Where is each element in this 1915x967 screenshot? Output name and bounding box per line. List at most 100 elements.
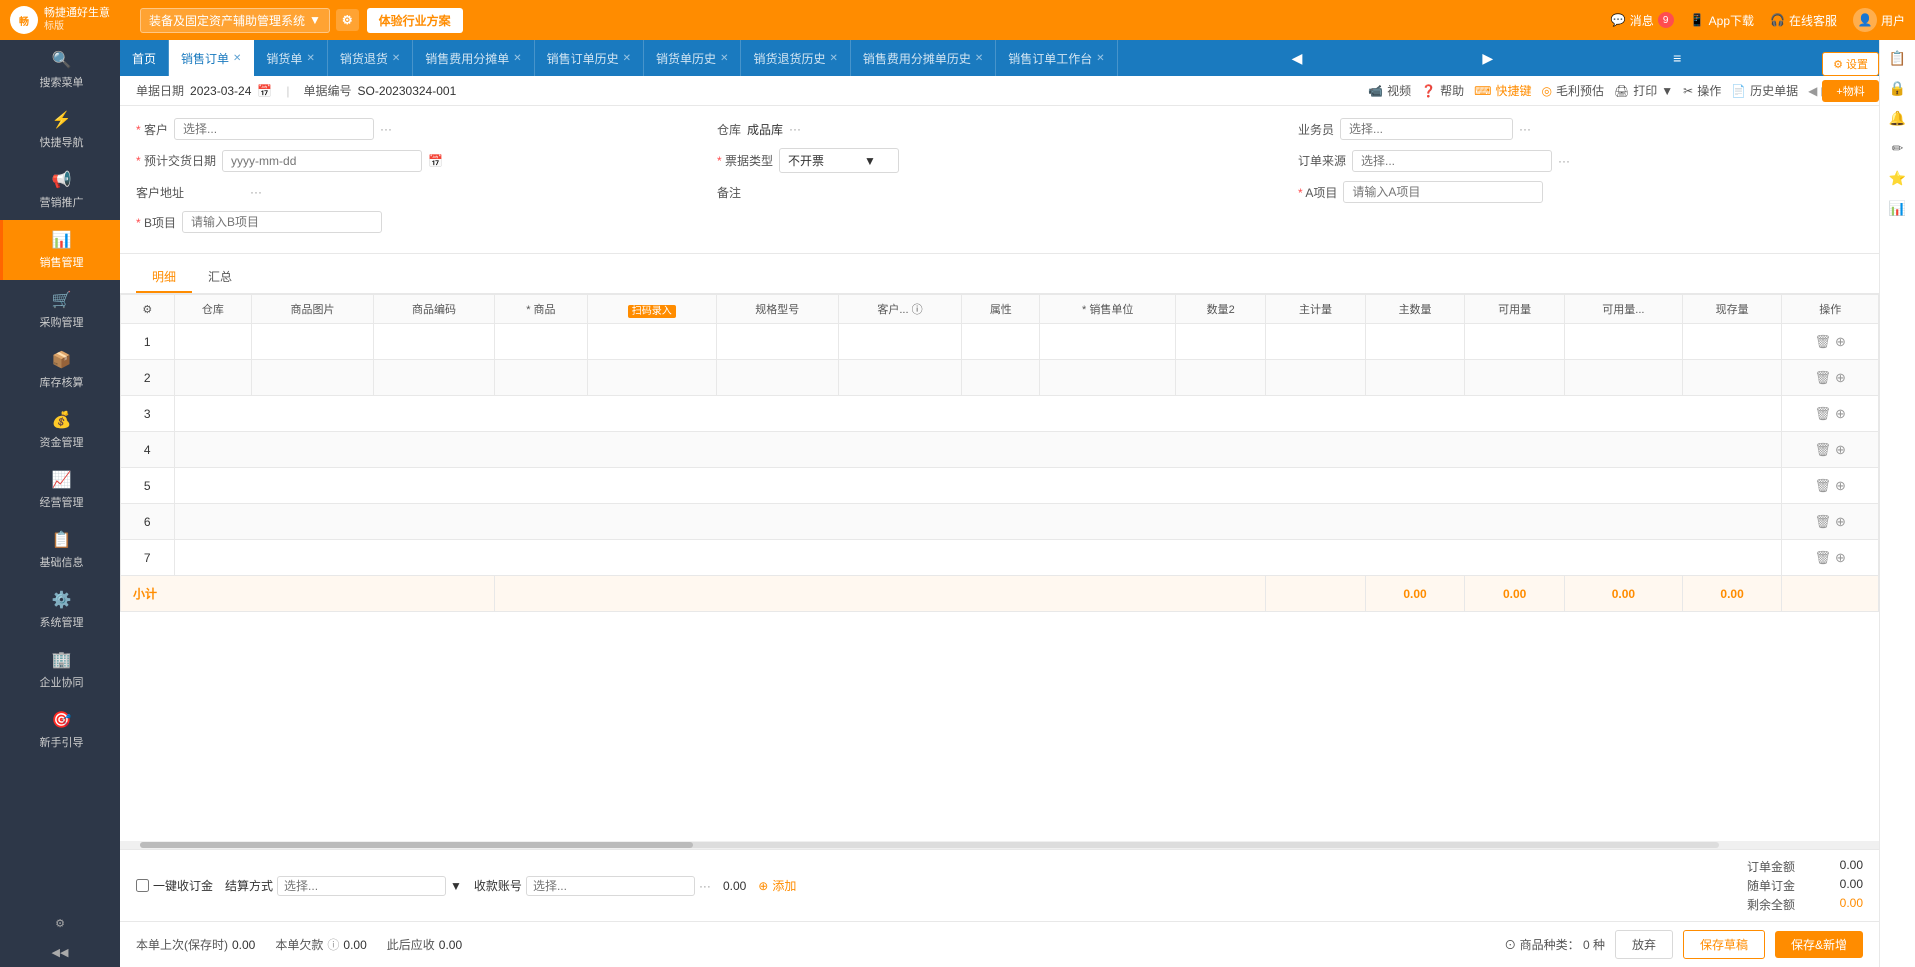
discard-btn[interactable]: 放弃 bbox=[1615, 930, 1673, 959]
calendar2-icon[interactable]: 📅 bbox=[428, 154, 443, 168]
a-project-input[interactable] bbox=[1343, 181, 1543, 203]
account-input[interactable] bbox=[526, 876, 695, 896]
order-source-input[interactable] bbox=[1352, 150, 1552, 172]
tab-close-icon[interactable]: ✕ bbox=[392, 53, 400, 64]
right-btn-1[interactable]: 📋 bbox=[1884, 44, 1912, 72]
nav-prev-icon[interactable]: ◀ bbox=[1808, 84, 1817, 98]
profit-btn[interactable]: ◎ 毛利预估 bbox=[1541, 82, 1604, 99]
user-menu-btn[interactable]: 👤 用户 bbox=[1853, 8, 1905, 32]
sidebar-item-guide[interactable]: 🎯 新手引导 bbox=[0, 700, 120, 760]
tab-close-icon[interactable]: ✕ bbox=[720, 53, 728, 64]
tab-invoice-history[interactable]: 销货单历史 ✕ bbox=[644, 40, 741, 76]
warehouse-dots[interactable]: ··· bbox=[789, 122, 801, 136]
sidebar-item-enterprise[interactable]: 🏢 企业协同 bbox=[0, 640, 120, 700]
account-dots[interactable]: ··· bbox=[699, 879, 711, 893]
th-scan[interactable]: 扫码录入 bbox=[587, 295, 716, 324]
copy-icon[interactable]: ⊕ bbox=[1835, 406, 1846, 422]
sidebar-item-inventory[interactable]: 📦 库存核算 bbox=[0, 340, 120, 400]
cell-unit[interactable] bbox=[1040, 324, 1176, 360]
tab-sales-return[interactable]: 销货退货 ✕ bbox=[328, 40, 413, 76]
horizontal-scrollbar[interactable] bbox=[120, 841, 1879, 849]
cell-attr[interactable] bbox=[962, 324, 1040, 360]
delivery-input[interactable] bbox=[222, 150, 422, 172]
copy-icon[interactable]: ⊕ bbox=[1835, 334, 1846, 350]
tab-close-icon[interactable]: ✕ bbox=[623, 53, 631, 64]
tab-sales-expense[interactable]: 销售费用分摊单 ✕ bbox=[413, 40, 534, 76]
delete-icon[interactable]: 🗑 bbox=[1814, 514, 1831, 530]
delete-icon[interactable]: 🗑 bbox=[1814, 442, 1831, 458]
copy-icon[interactable]: ⊕ bbox=[1835, 550, 1846, 566]
one-click-check[interactable] bbox=[136, 879, 149, 892]
cell-attr[interactable] bbox=[962, 360, 1040, 396]
history-btn[interactable]: 📄 历史单据 bbox=[1731, 82, 1798, 99]
cell-code[interactable] bbox=[373, 324, 495, 360]
cell-spec[interactable] bbox=[717, 360, 839, 396]
cell-unit[interactable] bbox=[1040, 360, 1176, 396]
sidebar-item-system[interactable]: ⚙️ 系统管理 bbox=[0, 580, 120, 640]
view-video-btn[interactable]: 📹 视频 bbox=[1368, 82, 1411, 99]
tab-home[interactable]: 首页 bbox=[120, 40, 169, 76]
shortcut-btn[interactable]: ⌨ 快捷键 bbox=[1474, 82, 1531, 99]
cell-goods[interactable] bbox=[495, 324, 587, 360]
cell-qty2[interactable] bbox=[1176, 324, 1266, 360]
order-source-dots[interactable]: ··· bbox=[1558, 154, 1570, 168]
one-click-checkbox[interactable]: 一键收订金 bbox=[136, 877, 213, 894]
delete-icon[interactable]: 🗑 bbox=[1814, 370, 1831, 386]
tab-sales-order[interactable]: 销售订单 ✕ bbox=[169, 40, 254, 76]
cell-spec[interactable] bbox=[717, 324, 839, 360]
tab-prev-btn[interactable]: ◀ bbox=[1286, 40, 1309, 76]
online-service-btn[interactable]: 🎧 在线客服 bbox=[1770, 12, 1837, 29]
tab-workbench[interactable]: 销售订单工作台 ✕ bbox=[996, 40, 1117, 76]
delete-icon[interactable]: 🗑 bbox=[1814, 478, 1831, 494]
delete-icon[interactable]: 🗑 bbox=[1814, 334, 1831, 350]
save-draft-btn[interactable]: 保存草稿 bbox=[1683, 930, 1765, 959]
sidebar-item-sales[interactable]: 📊 销售管理 bbox=[0, 220, 120, 280]
settings-icon[interactable]: ⚙ bbox=[336, 9, 359, 31]
customer-input[interactable] bbox=[174, 118, 374, 140]
sidebar-item-operation[interactable]: 📈 经营管理 bbox=[0, 460, 120, 520]
tab-sales-invoice[interactable]: 销货单 ✕ bbox=[254, 40, 327, 76]
cell-qty2[interactable] bbox=[1176, 360, 1266, 396]
right-btn-4[interactable]: ✏ bbox=[1884, 134, 1912, 162]
customer-dots[interactable]: ··· bbox=[380, 122, 392, 136]
cell-code[interactable] bbox=[373, 360, 495, 396]
copy-icon[interactable]: ⊕ bbox=[1835, 370, 1846, 386]
save-new-btn[interactable]: 保存&新增 bbox=[1775, 931, 1863, 958]
tab-close-icon[interactable]: ✕ bbox=[1096, 53, 1104, 64]
tab-detail[interactable]: 明细 bbox=[136, 262, 192, 293]
tab-return-history[interactable]: 销货退货历史 ✕ bbox=[741, 40, 850, 76]
address-dots[interactable]: ··· bbox=[250, 185, 262, 199]
staff-dots[interactable]: ··· bbox=[1519, 122, 1531, 136]
right-btn-6[interactable]: 📊 bbox=[1884, 194, 1912, 222]
payment-chevron-icon[interactable]: ▼ bbox=[450, 879, 462, 893]
add-material-btn[interactable]: +物料 bbox=[1822, 80, 1879, 102]
tab-close-icon[interactable]: ✕ bbox=[829, 53, 837, 64]
tab-order-history[interactable]: 销售订单历史 ✕ bbox=[535, 40, 644, 76]
th-settings[interactable]: ⚙ bbox=[121, 295, 175, 324]
staff-input[interactable] bbox=[1340, 118, 1513, 140]
tab-next-btn[interactable]: ▶ bbox=[1476, 40, 1499, 76]
cell-warehouse[interactable] bbox=[174, 324, 252, 360]
cell-customer-code[interactable] bbox=[838, 324, 962, 360]
tab-summary[interactable]: 汇总 bbox=[192, 262, 248, 293]
cell-goods[interactable] bbox=[495, 360, 587, 396]
print-btn[interactable]: 🖨 打印 ▼ bbox=[1614, 82, 1673, 99]
cell-warehouse[interactable] bbox=[174, 360, 252, 396]
right-btn-2[interactable]: 🔒 bbox=[1884, 74, 1912, 102]
sidebar-item-base[interactable]: 📋 基础信息 bbox=[0, 520, 120, 580]
copy-icon[interactable]: ⊕ bbox=[1835, 514, 1846, 530]
industry-btn[interactable]: 体验行业方案 bbox=[367, 8, 463, 33]
tab-expense-history[interactable]: 销售费用分摊单历史 ✕ bbox=[851, 40, 996, 76]
right-btn-5[interactable]: ⭐ bbox=[1884, 164, 1912, 192]
delete-icon[interactable]: 🗑 bbox=[1814, 406, 1831, 422]
sidebar-settings-btn[interactable]: ⚙ bbox=[0, 909, 120, 938]
system-selector[interactable]: 装备及固定资产辅助管理系统 ▼ bbox=[140, 8, 330, 33]
operation-btn[interactable]: ✂ 操作 bbox=[1683, 82, 1721, 99]
sidebar-item-marketing[interactable]: 📢 营销推广 bbox=[0, 160, 120, 220]
sidebar-item-search[interactable]: 🔍 搜索菜单 bbox=[0, 40, 120, 100]
copy-icon[interactable]: ⊕ bbox=[1835, 442, 1846, 458]
cell-customer-code[interactable] bbox=[838, 360, 962, 396]
invoice-select[interactable]: 不开票 ▼ bbox=[779, 148, 899, 173]
sidebar-item-finance[interactable]: 💰 资金管理 bbox=[0, 400, 120, 460]
add-btn[interactable]: ⊕ 添加 bbox=[758, 877, 796, 894]
